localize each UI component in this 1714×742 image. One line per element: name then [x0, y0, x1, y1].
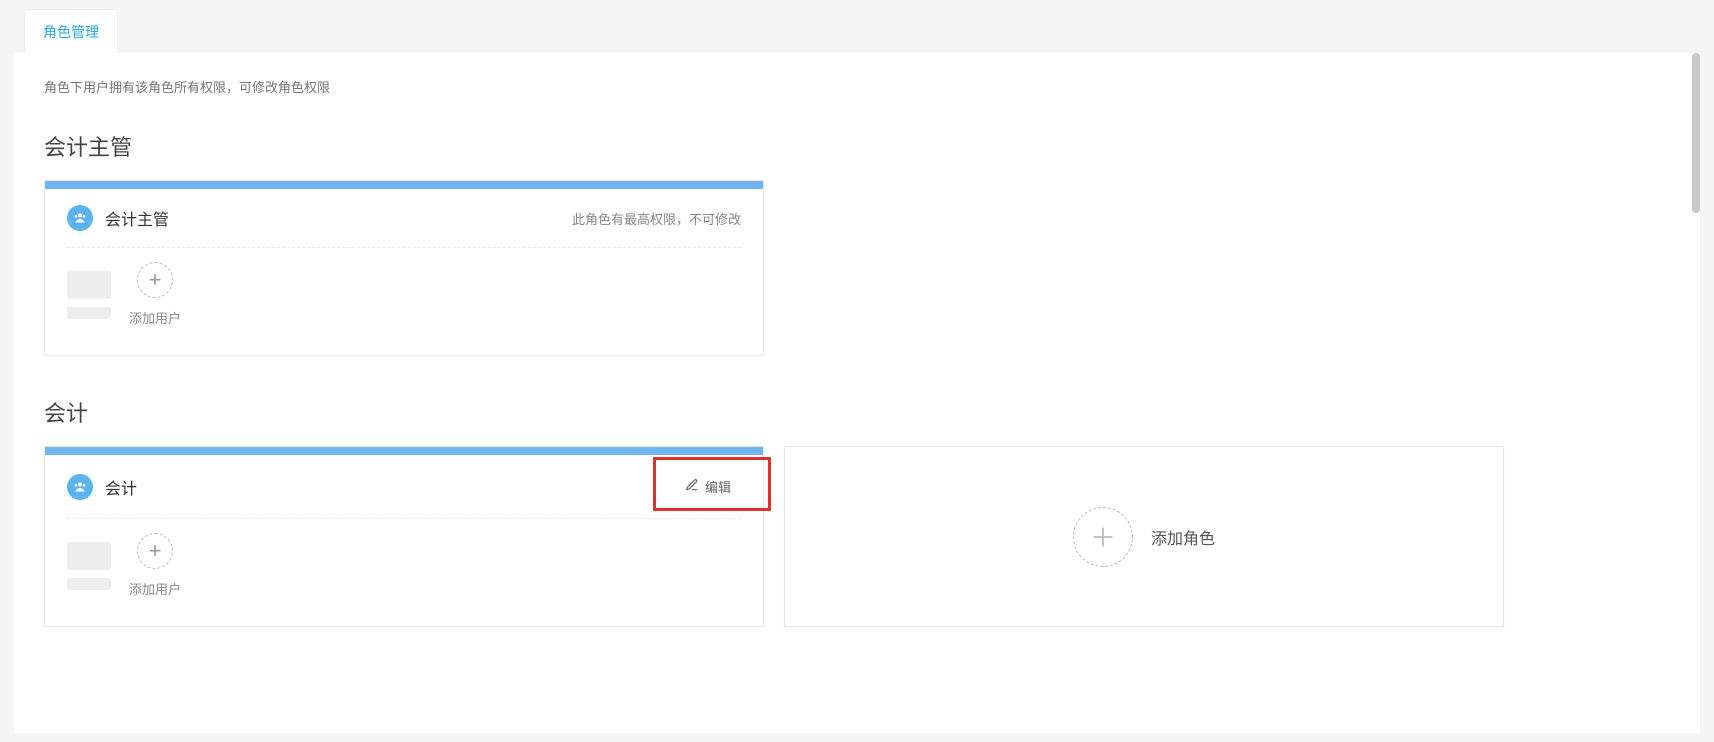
role-note: 此角色有最高权限，不可修改 — [572, 209, 741, 228]
edit-label: 编辑 — [705, 477, 731, 496]
page-description: 角色下用户拥有该角色所有权限，可修改角色权限 — [44, 77, 1670, 96]
role-name: 会计主管 — [105, 206, 169, 230]
card-top-bar — [45, 447, 763, 455]
add-user-button[interactable]: + 添加用户 — [129, 533, 181, 598]
add-role-label: 添加角色 — [1151, 525, 1215, 549]
add-user-button[interactable]: + 添加用户 — [129, 262, 181, 327]
add-role-button[interactable]: 添加角色 — [785, 447, 1503, 626]
section-accountant: 会计 会计 — [44, 396, 1670, 627]
scrollbar[interactable] — [1692, 53, 1700, 213]
plus-icon — [1073, 507, 1133, 567]
card-top-bar — [45, 181, 763, 189]
add-user-label: 添加用户 — [129, 308, 181, 327]
tab-role-management[interactable]: 角色管理 — [24, 9, 118, 54]
person-icon — [67, 205, 93, 231]
tab-label: 角色管理 — [43, 24, 99, 40]
user-avatar-placeholder — [67, 271, 111, 319]
content-panel: 角色下用户拥有该角色所有权限，可修改角色权限 会计主管 会计主管 此角色有最高权… — [14, 53, 1700, 733]
role-card-supervisor: 会计主管 此角色有最高权限，不可修改 + 添加用户 — [44, 180, 764, 356]
add-user-label: 添加用户 — [129, 579, 181, 598]
add-role-card: 添加角色 — [784, 446, 1504, 627]
section-title: 会计 — [44, 396, 1670, 428]
plus-icon: + — [137, 533, 173, 569]
user-avatar-placeholder — [67, 542, 111, 590]
role-card-accountant: 会计 编辑 — [44, 446, 764, 627]
edit-icon — [685, 478, 699, 495]
plus-icon: + — [137, 262, 173, 298]
section-title: 会计主管 — [44, 130, 1670, 162]
person-icon — [67, 474, 93, 500]
role-name: 会计 — [105, 475, 137, 499]
section-supervisor: 会计主管 会计主管 此角色有最高权限，不可修改 — [44, 130, 1670, 356]
tabs-row: 角色管理 — [14, 10, 1700, 54]
edit-button[interactable]: 编辑 — [675, 471, 741, 502]
